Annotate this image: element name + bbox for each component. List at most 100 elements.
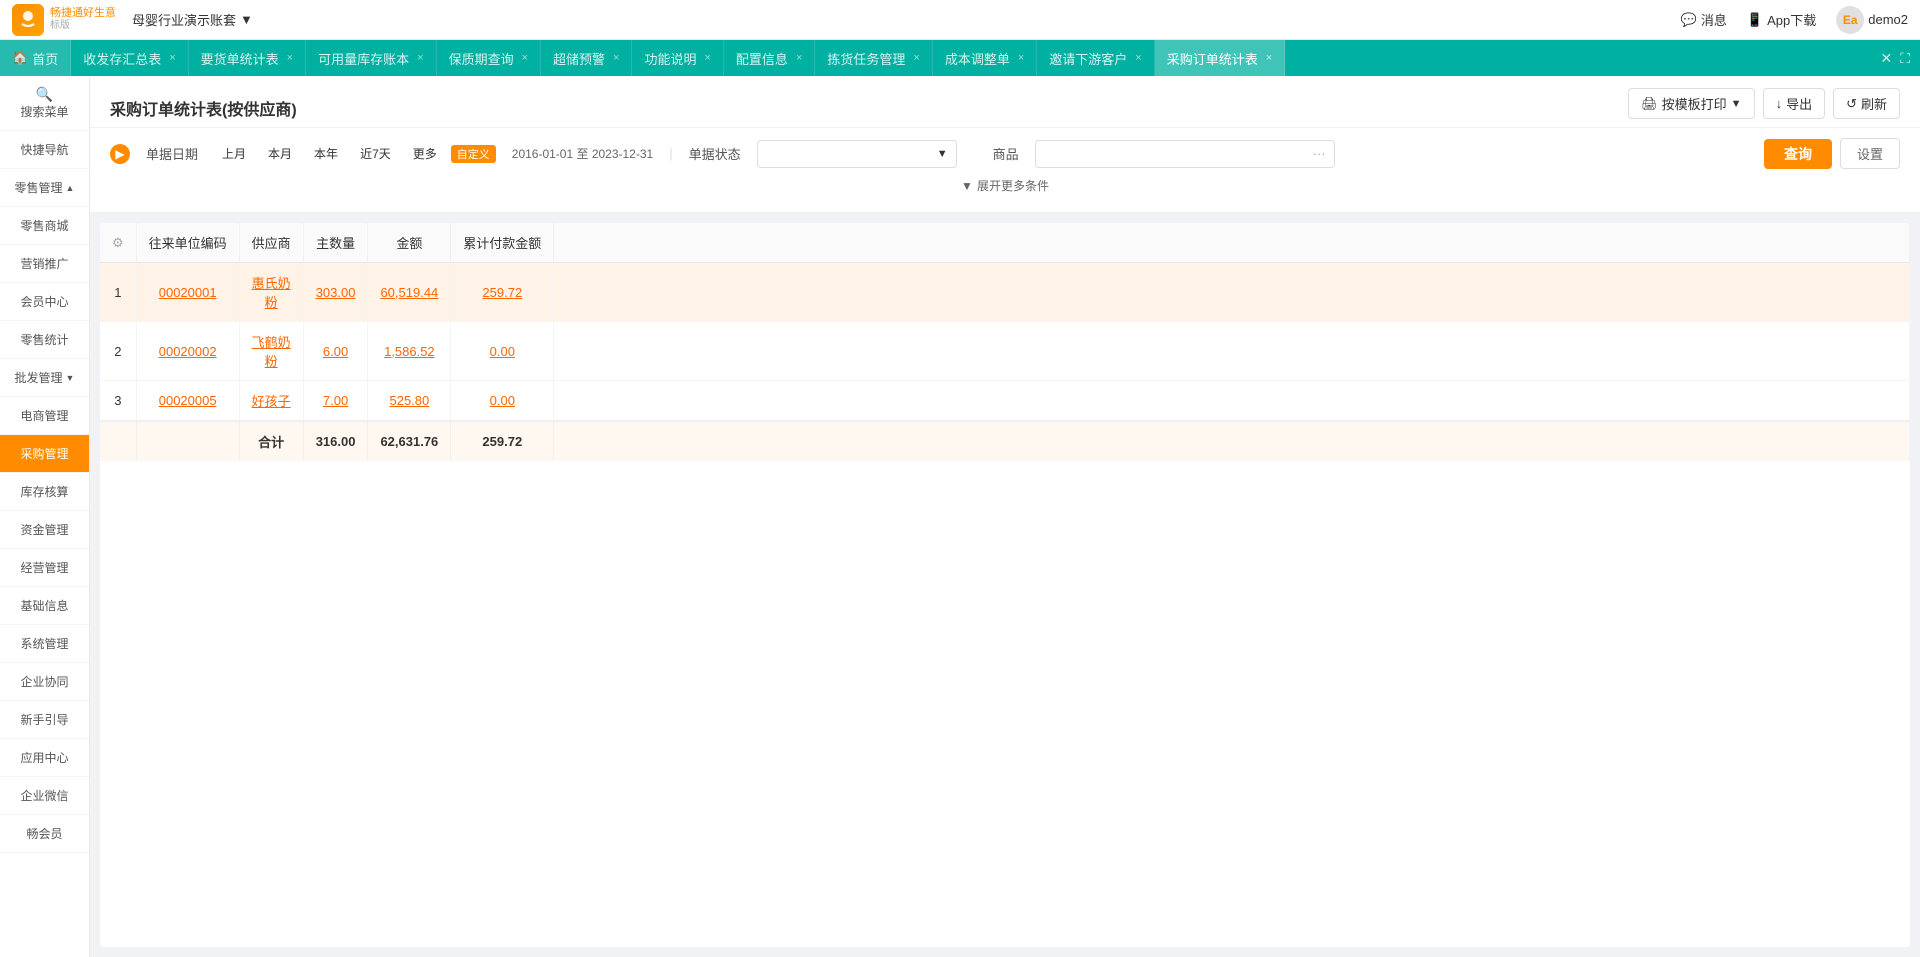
- tab-overstock-warning[interactable]: 超储预警 ×: [541, 40, 632, 76]
- cell-qty: 6.00: [303, 322, 368, 381]
- amount-link[interactable]: 525.80: [389, 393, 429, 408]
- col-settings[interactable]: ⚙: [100, 223, 136, 263]
- date-btn-last-month[interactable]: 上月: [214, 143, 254, 164]
- close-icon[interactable]: ×: [522, 52, 528, 64]
- date-btn-this-month[interactable]: 本月: [260, 143, 300, 164]
- col-paid: 累计付款金额: [451, 223, 554, 263]
- sidebar-item-retail-stats[interactable]: 零售统计: [0, 321, 89, 359]
- sidebar-item-purchase-mgmt[interactable]: 采购管理: [0, 435, 89, 473]
- refresh-button[interactable]: ↺ 刷新: [1833, 88, 1900, 119]
- sidebar-item-quick-nav[interactable]: 快捷导航: [0, 131, 89, 169]
- close-icon[interactable]: ×: [1018, 52, 1024, 64]
- sidebar-item-wholesale-mgmt[interactable]: 批发管理 ▼: [0, 359, 89, 397]
- date-btn-7days[interactable]: 近7天: [352, 143, 399, 164]
- app-download-btn[interactable]: 📱 App下载: [1747, 10, 1816, 29]
- close-icon[interactable]: ×: [1135, 52, 1141, 64]
- paid-link[interactable]: 0.00: [490, 344, 515, 359]
- sidebar-item-search[interactable]: 🔍 搜索菜单: [0, 76, 89, 131]
- paid-link[interactable]: 0.00: [490, 393, 515, 408]
- table-body: 1 00020001 惠氏奶粉 303.00 60,519.44: [100, 263, 1910, 422]
- close-icon[interactable]: ×: [613, 52, 619, 64]
- status-select[interactable]: ▼: [757, 140, 957, 168]
- close-icon[interactable]: ×: [796, 52, 802, 64]
- settings-button[interactable]: 设置: [1840, 138, 1900, 169]
- tab-order-summary[interactable]: 要货单统计表 ×: [189, 40, 306, 76]
- sidebar-item-inventory[interactable]: 库存核算: [0, 473, 89, 511]
- collapse-button[interactable]: ▶: [110, 144, 130, 164]
- sidebar-item-retail-mgmt[interactable]: 零售管理 ▲: [0, 169, 89, 207]
- tab-expiry-query[interactable]: 保质期查询 ×: [437, 40, 541, 76]
- tab-home[interactable]: 🏠 首页: [0, 40, 71, 76]
- dropdown-icon: ▼: [937, 148, 948, 160]
- tab-inventory-ledger[interactable]: 可用量库存账本 ×: [306, 40, 436, 76]
- expand-tab-btn[interactable]: ⛶: [1900, 50, 1910, 67]
- date-btn-this-year[interactable]: 本年: [306, 143, 346, 164]
- close-icon[interactable]: ×: [169, 52, 175, 64]
- amount-link[interactable]: 1,586.52: [384, 344, 435, 359]
- logo-icon: [12, 4, 44, 36]
- print-button[interactable]: 🖨 按模板打印 ▼: [1628, 88, 1754, 119]
- sidebar-item-member[interactable]: 会员中心: [0, 283, 89, 321]
- home-icon: 🏠: [12, 50, 28, 66]
- user-menu-btn[interactable]: Ea demo2: [1836, 6, 1908, 34]
- paid-link[interactable]: 259.72: [482, 285, 522, 300]
- sidebar-item-operations[interactable]: 经营管理: [0, 549, 89, 587]
- supplier-code-link[interactable]: 00020005: [159, 393, 217, 408]
- sidebar-item-vip[interactable]: 畅会员: [0, 815, 89, 853]
- messages-btn[interactable]: 💬 消息: [1681, 10, 1727, 29]
- close-icon[interactable]: ×: [287, 52, 293, 64]
- supplier-name-link[interactable]: 惠氏奶粉: [252, 276, 291, 310]
- sidebar-item-basic-info[interactable]: 基础信息: [0, 587, 89, 625]
- page-actions: 🖨 按模板打印 ▼ ↓ 导出 ↺ 刷新: [1628, 88, 1900, 127]
- close-tab-btn[interactable]: ✕: [1880, 50, 1892, 67]
- main-layout: 🔍 搜索菜单 快捷导航 零售管理 ▲ 零售商城 营销推广 会员中心 零售统计 批…: [0, 76, 1920, 957]
- sidebar-item-retail-mall[interactable]: 零售商城: [0, 207, 89, 245]
- date-custom-tag[interactable]: 自定义: [451, 145, 496, 163]
- close-icon[interactable]: ×: [913, 52, 919, 64]
- qty-link[interactable]: 6.00: [323, 344, 348, 359]
- settings-icon[interactable]: ⚙: [112, 235, 124, 250]
- footer-row: 合计 316.00 62,631.76 259.72: [100, 421, 1910, 461]
- date-btn-more[interactable]: 更多: [405, 143, 445, 164]
- qty-link[interactable]: 303.00: [316, 285, 356, 300]
- date-range-text: 2016-01-01 至 2023-12-31: [512, 145, 653, 162]
- sidebar-item-wechat[interactable]: 企业微信: [0, 777, 89, 815]
- date-filter-label: 单据日期: [146, 144, 198, 163]
- avatar: Ea: [1836, 6, 1864, 34]
- expand-more-button[interactable]: ▼ 展开更多条件: [961, 177, 1049, 194]
- tab-receive-summary[interactable]: 收发存汇总表 ×: [71, 40, 188, 76]
- tab-purchase-summary[interactable]: 采购订单统计表 ×: [1155, 40, 1285, 76]
- logo-area: 畅捷通好生意 标版: [12, 4, 116, 36]
- goods-input[interactable]: ···: [1035, 140, 1335, 168]
- workspace-selector[interactable]: 母婴行业演示账套 ▼: [132, 10, 253, 29]
- cell-code: 00020002: [136, 322, 239, 381]
- sidebar-item-guide[interactable]: 新手引导: [0, 701, 89, 739]
- qty-link[interactable]: 7.00: [323, 393, 348, 408]
- export-button[interactable]: ↓ 导出: [1763, 88, 1826, 119]
- supplier-code-link[interactable]: 00020002: [159, 344, 217, 359]
- tab-picking-task[interactable]: 拣货任务管理 ×: [815, 40, 932, 76]
- close-icon[interactable]: ×: [704, 52, 710, 64]
- sidebar-item-app-center[interactable]: 应用中心: [0, 739, 89, 777]
- tab-func-desc[interactable]: 功能说明 ×: [632, 40, 723, 76]
- table-footer: 合计 316.00 62,631.76 259.72: [100, 421, 1910, 461]
- footer-extra: [554, 421, 1910, 461]
- supplier-name-link[interactable]: 好孩子: [252, 394, 291, 409]
- supplier-name-link[interactable]: 飞鹤奶粉: [252, 335, 291, 369]
- tab-invite-downstream[interactable]: 邀请下游客户 ×: [1037, 40, 1154, 76]
- cell-code: 00020001: [136, 263, 239, 322]
- sidebar-item-system[interactable]: 系统管理: [0, 625, 89, 663]
- close-icon[interactable]: ×: [1266, 52, 1272, 64]
- sidebar-item-marketing[interactable]: 营销推广: [0, 245, 89, 283]
- supplier-code-link[interactable]: 00020001: [159, 285, 217, 300]
- tab-cost-adjust[interactable]: 成本调整单 ×: [933, 40, 1037, 76]
- close-icon[interactable]: ×: [417, 52, 423, 64]
- sidebar-item-enterprise[interactable]: 企业协同: [0, 663, 89, 701]
- sidebar-item-finance[interactable]: 资金管理: [0, 511, 89, 549]
- tab-config-info[interactable]: 配置信息 ×: [724, 40, 815, 76]
- amount-link[interactable]: 60,519.44: [380, 285, 438, 300]
- expand-more-row: ▼ 展开更多条件: [110, 169, 1900, 202]
- query-button[interactable]: 查询: [1764, 139, 1832, 169]
- table-row: 1 00020001 惠氏奶粉 303.00 60,519.44: [100, 263, 1910, 322]
- sidebar-item-ecommerce[interactable]: 电商管理: [0, 397, 89, 435]
